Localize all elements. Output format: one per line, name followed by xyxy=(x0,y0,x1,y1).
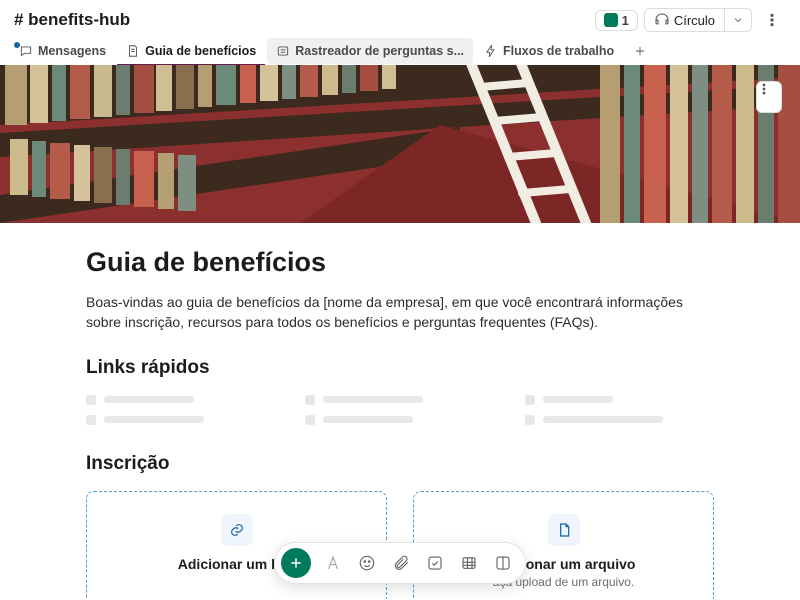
list-icon xyxy=(276,44,290,58)
file-icon xyxy=(556,522,572,538)
member-count-button[interactable]: 1 xyxy=(595,10,638,31)
channel-settings-button[interactable] xyxy=(758,8,786,32)
layout-button[interactable] xyxy=(491,551,515,575)
link-icon-wrap xyxy=(221,514,253,546)
placeholder-row xyxy=(525,395,714,405)
placeholder-row xyxy=(86,395,275,405)
canvas-toolbar xyxy=(274,542,526,584)
checklist-button[interactable] xyxy=(423,551,447,575)
huddle-menu-button[interactable] xyxy=(725,8,752,32)
text-format-icon xyxy=(324,554,342,572)
more-vertical-icon xyxy=(757,82,771,96)
member-count: 1 xyxy=(622,13,629,28)
headphones-icon xyxy=(654,12,670,28)
quick-links-heading: Links rápidos xyxy=(86,357,714,379)
placeholder-row xyxy=(305,395,494,405)
emoji-button[interactable] xyxy=(355,551,379,575)
channel-tabs: Mensagens Guia de benefícios Rastreador … xyxy=(0,38,800,65)
tab-messages[interactable]: Mensagens xyxy=(10,38,115,64)
bolt-icon xyxy=(484,44,498,58)
chevron-down-icon xyxy=(732,14,744,26)
checkbox-icon xyxy=(426,554,444,572)
placeholder-row xyxy=(305,415,494,425)
attach-button[interactable] xyxy=(389,551,413,575)
document-icon xyxy=(126,44,140,58)
paperclip-icon xyxy=(392,554,410,572)
huddle-label: Círculo xyxy=(674,13,715,28)
more-vertical-icon xyxy=(764,12,780,28)
person-icon xyxy=(604,13,618,27)
emoji-icon xyxy=(358,554,376,572)
plus-icon xyxy=(288,555,304,571)
file-icon-wrap xyxy=(548,514,580,546)
page-intro: Boas-vindas ao guia de benefícios da [no… xyxy=(86,292,714,333)
tab-label: Guia de benefícios xyxy=(145,44,256,58)
columns-icon xyxy=(494,554,512,572)
hero-illustration xyxy=(0,65,800,223)
format-text-button[interactable] xyxy=(321,551,345,575)
channel-name[interactable]: # benefits-hub xyxy=(14,10,130,30)
canvas-menu-button[interactable] xyxy=(756,81,782,113)
table-button[interactable] xyxy=(457,551,481,575)
tab-label: Mensagens xyxy=(38,44,106,58)
tab-question-tracker[interactable]: Rastreador de perguntas s... xyxy=(267,38,473,64)
insert-button[interactable] xyxy=(281,548,311,578)
chat-icon xyxy=(19,44,33,58)
placeholder-row xyxy=(525,415,714,425)
tab-benefits-guide[interactable]: Guia de benefícios xyxy=(117,38,265,64)
quick-links-grid xyxy=(86,395,714,425)
page-title: Guia de benefícios xyxy=(86,247,714,278)
plus-icon xyxy=(633,44,647,58)
link-icon xyxy=(229,522,245,538)
placeholder-row xyxy=(86,415,275,425)
unread-dot-icon xyxy=(14,42,20,48)
table-icon xyxy=(460,554,478,572)
tab-label: Rastreador de perguntas s... xyxy=(295,44,464,58)
add-tab-button[interactable] xyxy=(625,38,655,64)
enrollment-heading: Inscrição xyxy=(86,453,714,475)
hero-banner xyxy=(0,65,800,223)
channel-header: # benefits-hub 1 Círculo xyxy=(0,0,800,38)
tab-workflows[interactable]: Fluxos de trabalho xyxy=(475,38,623,64)
header-actions: 1 Círculo xyxy=(595,8,786,32)
tab-label: Fluxos de trabalho xyxy=(503,44,614,58)
huddle-button[interactable]: Círculo xyxy=(644,8,725,32)
